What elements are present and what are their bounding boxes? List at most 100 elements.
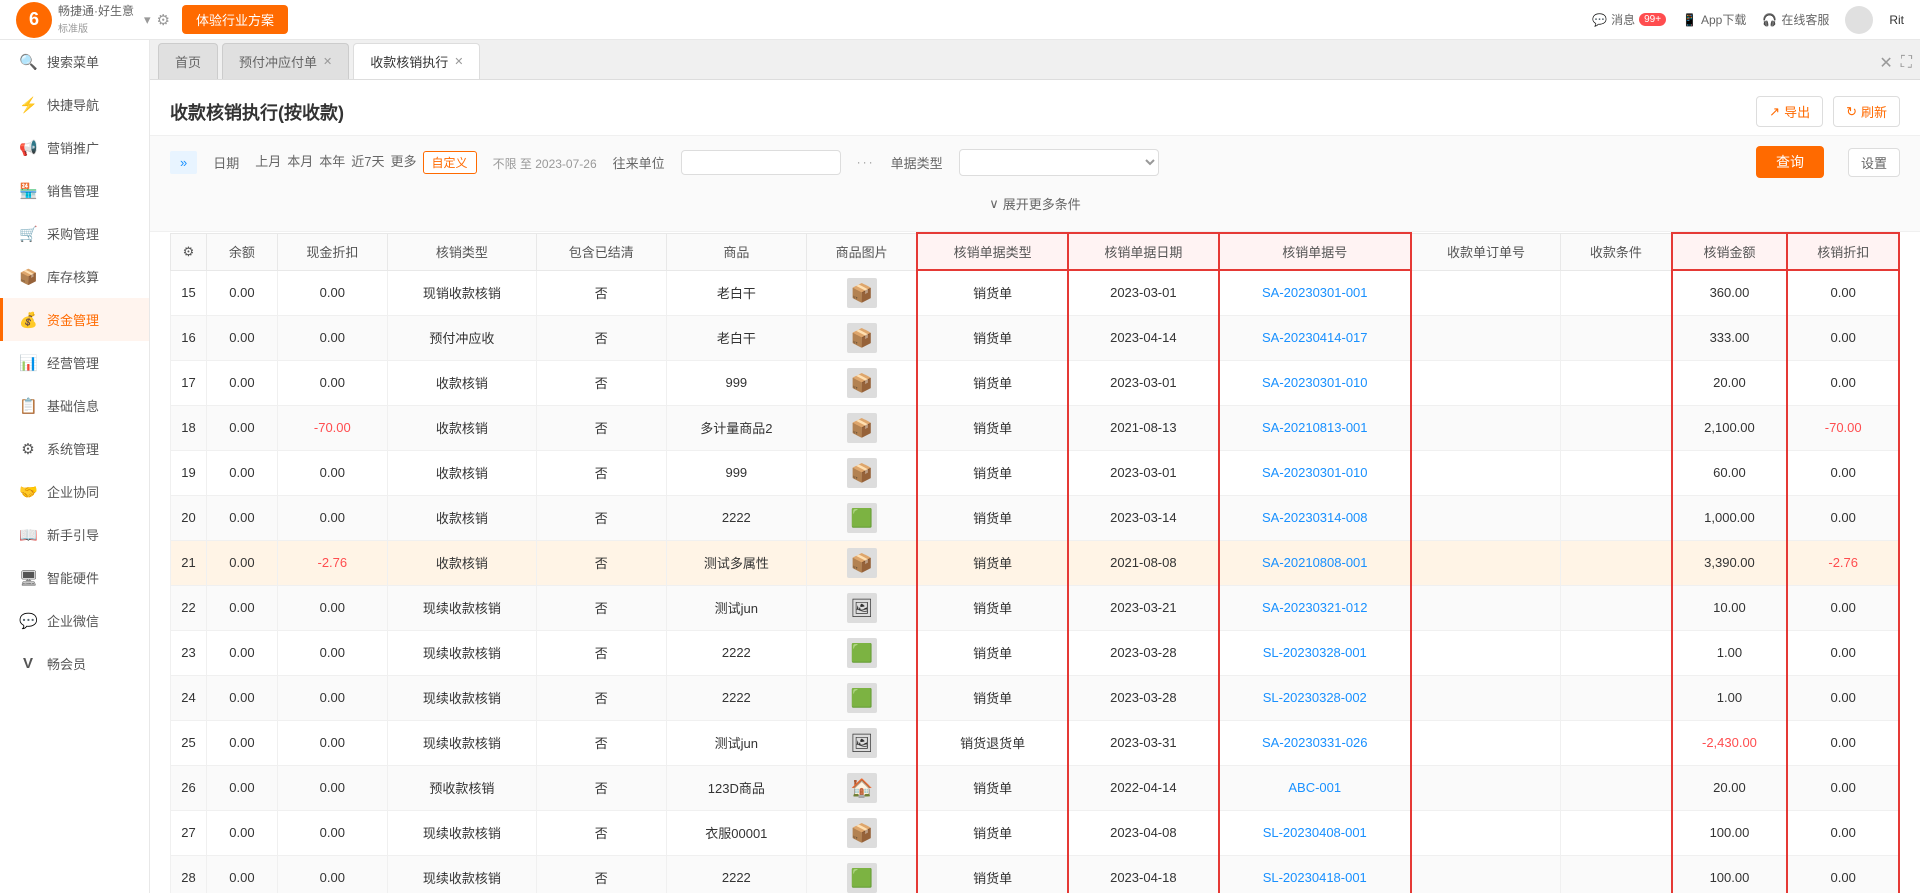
tab-home[interactable]: 首页: [158, 43, 218, 79]
td-cond: [1561, 450, 1672, 495]
partner-input[interactable]: [681, 150, 841, 175]
td-voucher-type: 销货单: [917, 810, 1068, 855]
td-voucher-type: 销货单: [917, 360, 1068, 405]
voucher-no-link[interactable]: SL-20230418-001: [1263, 870, 1367, 885]
sidebar-item-vip[interactable]: V 畅会员: [0, 642, 149, 685]
online-service-btn[interactable]: 🎧 在线客服: [1762, 11, 1829, 28]
voucher-no-link[interactable]: SA-20230414-017: [1262, 330, 1368, 345]
td-discount: 0.00: [1787, 495, 1899, 540]
voucher-no-link[interactable]: SA-20210813-001: [1262, 420, 1368, 435]
message-btn[interactable]: 💬 消息 99+: [1592, 11, 1666, 28]
td-shangpin: 2222: [666, 495, 806, 540]
basics-icon: 📋: [19, 397, 37, 415]
td-order-no: [1411, 675, 1561, 720]
tab-close-collection[interactable]: ✕: [454, 55, 463, 68]
sidebar-label: 企业协同: [47, 482, 99, 501]
filter-expand-btn[interactable]: »: [170, 151, 197, 174]
td-amount: 333.00: [1672, 315, 1788, 360]
voucher-no-link[interactable]: SA-20230301-001: [1262, 285, 1368, 300]
sidebar-item-collab[interactable]: 🤝 企业协同: [0, 470, 149, 513]
top-bar: 6 畅捷通·好生意 标准版 ▾ ⚙ 体验行业方案 💬 消息 99+ 📱 App下…: [0, 0, 1920, 40]
expand-more-btn[interactable]: ∨ 展开更多条件: [989, 194, 1081, 213]
th-settings[interactable]: ⚙: [171, 233, 207, 270]
voucher-no-link[interactable]: SA-20230331-026: [1262, 735, 1368, 750]
td-order-no: [1411, 270, 1561, 315]
sidebar-label: 智能硬件: [47, 568, 99, 587]
date-link-last-month[interactable]: 上月: [255, 151, 281, 174]
td-amount: 20.00: [1672, 360, 1788, 405]
sidebar-item-marketing[interactable]: 📢 营销推广: [0, 126, 149, 169]
voucher-no-link[interactable]: SL-20230328-002: [1263, 690, 1367, 705]
partner-more[interactable]: ···: [857, 155, 875, 169]
avatar[interactable]: [1845, 6, 1873, 34]
voucher-type-select[interactable]: [959, 149, 1159, 176]
td-no: SA-20230331-026: [1219, 720, 1411, 765]
product-thumbnail: 📦: [847, 818, 877, 848]
td-yue: 0.00: [207, 315, 278, 360]
sidebar-item-basics[interactable]: 📋 基础信息: [0, 384, 149, 427]
sidebar-item-guide[interactable]: 📖 新手引导: [0, 513, 149, 556]
voucher-no-link[interactable]: SA-20210808-001: [1262, 555, 1368, 570]
tab-collection[interactable]: 收款核销执行 ✕: [353, 43, 480, 79]
window-maximize-icon[interactable]: ⛶: [1901, 54, 1912, 72]
td-cond: [1561, 405, 1672, 450]
gear-icon[interactable]: ⚙: [157, 11, 170, 29]
sidebar-item-nav[interactable]: ⚡ 快捷导航: [0, 83, 149, 126]
query-button[interactable]: 查询: [1756, 146, 1824, 178]
td-baohan: 否: [537, 855, 667, 893]
window-close-icon[interactable]: ✕: [1879, 53, 1892, 73]
sidebar-item-purchase[interactable]: 🛒 采购管理: [0, 212, 149, 255]
td-hexiao-type: 现续收款核销: [387, 630, 536, 675]
refresh-button[interactable]: ↻ 刷新: [1833, 96, 1900, 127]
td-order-no: [1411, 315, 1561, 360]
voucher-no-link[interactable]: SL-20230328-001: [1263, 645, 1367, 660]
date-link-7days[interactable]: 近7天: [351, 151, 384, 174]
tab-prepay[interactable]: 预付冲应付单 ✕: [222, 43, 349, 79]
sidebar-item-operations[interactable]: 📊 经营管理: [0, 341, 149, 384]
td-yue: 0.00: [207, 450, 278, 495]
sidebar-item-inventory[interactable]: 📦 库存核算: [0, 255, 149, 298]
settings-button[interactable]: 设置: [1848, 148, 1900, 177]
td-xianjin: 0.00: [277, 360, 387, 405]
export-button[interactable]: ↗ 导出: [1756, 96, 1823, 127]
tab-close-prepay[interactable]: ✕: [323, 55, 332, 68]
date-custom-btn[interactable]: 自定义: [423, 151, 477, 174]
chevron-down-icon[interactable]: ▾: [144, 12, 151, 28]
td-img: 📦: [807, 450, 918, 495]
td-shangpin: 999: [666, 360, 806, 405]
th-xianjin: 现金折扣: [277, 233, 387, 270]
sidebar-item-search[interactable]: 🔍 搜索菜单: [0, 40, 149, 83]
sidebar-item-finance[interactable]: 💰 资金管理: [0, 298, 149, 341]
td-cond: [1561, 675, 1672, 720]
voucher-no-link[interactable]: SA-20230321-012: [1262, 600, 1368, 615]
page-header: 收款核销执行(按收款) ↗ 导出 ↻ 刷新: [150, 80, 1920, 136]
td-xianjin: 0.00: [277, 720, 387, 765]
th-shangpin-img: 商品图片: [807, 233, 918, 270]
sidebar-item-hardware[interactable]: 🖥 智能硬件: [0, 556, 149, 599]
table-row: 22 0.00 0.00 现续收款核销 否 测试jun 🖼 销货单 2023-0…: [171, 585, 1900, 630]
voucher-no-link[interactable]: SA-20230301-010: [1262, 465, 1368, 480]
sidebar-item-wechat[interactable]: 💬 企业微信: [0, 599, 149, 642]
industry-btn[interactable]: 体验行业方案: [182, 5, 288, 34]
voucher-no-link[interactable]: SL-20230408-001: [1263, 825, 1367, 840]
td-id: 16: [171, 315, 207, 360]
date-link-this-year[interactable]: 本年: [319, 151, 345, 174]
td-id: 20: [171, 495, 207, 540]
td-date: 2023-03-01: [1068, 360, 1219, 405]
td-amount: 100.00: [1672, 855, 1788, 893]
voucher-no-link[interactable]: SA-20230301-010: [1262, 375, 1368, 390]
td-cond: [1561, 495, 1672, 540]
voucher-no-link[interactable]: SA-20230314-008: [1262, 510, 1368, 525]
th-hexiao-no: 核销单据号: [1219, 233, 1411, 270]
td-yue: 0.00: [207, 765, 278, 810]
date-link-this-month[interactable]: 本月: [287, 151, 313, 174]
sidebar-label: 系统管理: [47, 439, 99, 458]
app-download-btn[interactable]: 📱 App下载: [1682, 11, 1746, 28]
sidebar-item-system[interactable]: ⚙ 系统管理: [0, 427, 149, 470]
td-shangpin: 2222: [666, 630, 806, 675]
td-yue: 0.00: [207, 405, 278, 450]
sidebar-item-sales[interactable]: 🏪 销售管理: [0, 169, 149, 212]
voucher-no-link[interactable]: ABC-001: [1288, 780, 1341, 795]
download-icon: 📱: [1682, 13, 1697, 27]
date-link-more[interactable]: 更多: [391, 151, 417, 174]
